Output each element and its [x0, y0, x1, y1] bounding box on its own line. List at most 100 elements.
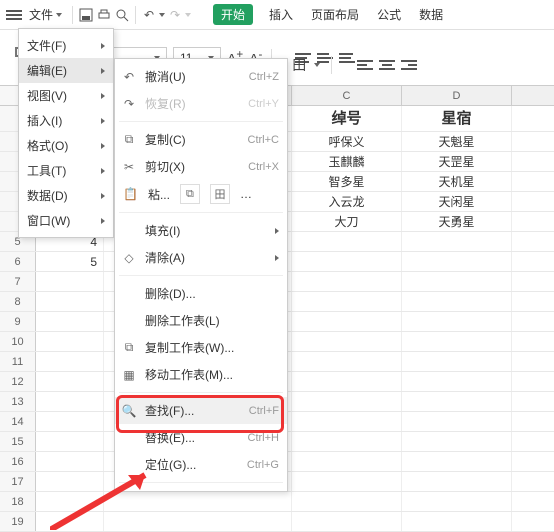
menu1-item[interactable]: 工具(T)	[19, 158, 113, 183]
col-head-c[interactable]: C	[292, 86, 402, 105]
cell[interactable]	[292, 272, 402, 291]
cell[interactable]	[402, 472, 512, 491]
cell[interactable]: 天魁星	[402, 132, 512, 151]
cell[interactable]	[104, 492, 292, 511]
row-head[interactable]: 11	[0, 352, 36, 371]
cell[interactable]	[402, 432, 512, 451]
menu-clear[interactable]: ◇ 清除(A)	[115, 244, 287, 271]
cell[interactable]	[36, 312, 104, 331]
save-icon[interactable]	[78, 7, 94, 23]
cell[interactable]	[292, 292, 402, 311]
cell[interactable]	[292, 332, 402, 351]
cell[interactable]: 入云龙	[292, 192, 402, 211]
paste-option-icon[interactable]: ⧉	[180, 184, 200, 204]
row-head[interactable]: 8	[0, 292, 36, 311]
menu1-item[interactable]: 窗口(W)	[19, 208, 113, 233]
paste-icon[interactable]: 📋	[123, 187, 138, 201]
cell[interactable]	[104, 512, 292, 531]
row-head[interactable]: 13	[0, 392, 36, 411]
menu-fill[interactable]: 填充(I)	[115, 217, 287, 244]
cell[interactable]	[292, 352, 402, 371]
align-right-icon[interactable]	[401, 58, 417, 72]
row-head[interactable]: 15	[0, 432, 36, 451]
row-head[interactable]: 16	[0, 452, 36, 471]
redo-icon[interactable]: ↷	[167, 7, 183, 23]
tab-data[interactable]: 数据	[417, 4, 445, 25]
file-menu-button[interactable]: 文件	[24, 3, 67, 26]
undo-icon[interactable]: ↶	[141, 7, 157, 23]
cell[interactable]	[292, 452, 402, 471]
cell[interactable]	[292, 512, 402, 531]
cell[interactable]	[36, 452, 104, 471]
cell[interactable]	[36, 332, 104, 351]
cell[interactable]	[292, 232, 402, 251]
cell[interactable]	[36, 492, 104, 511]
cell[interactable]	[402, 512, 512, 531]
cell[interactable]	[292, 392, 402, 411]
cell[interactable]	[292, 492, 402, 511]
col-head-d[interactable]: D	[402, 86, 512, 105]
align-center-icon[interactable]	[379, 58, 395, 72]
tab-formula[interactable]: 公式	[375, 4, 403, 25]
tab-layout[interactable]: 页面布局	[309, 4, 361, 25]
row-head[interactable]: 7	[0, 272, 36, 291]
row-head[interactable]: 18	[0, 492, 36, 511]
row-head[interactable]: 12	[0, 372, 36, 391]
cell[interactable]: 天机星	[402, 172, 512, 191]
menu-delete[interactable]: 删除(D)...	[115, 280, 287, 307]
cell[interactable]	[402, 332, 512, 351]
menu-label[interactable]: 粘...	[148, 186, 170, 203]
cell[interactable]	[292, 432, 402, 451]
cell[interactable]: 星宿	[402, 106, 512, 131]
menu1-item[interactable]: 数据(D)	[19, 183, 113, 208]
cell[interactable]: 天闲星	[402, 192, 512, 211]
menu-goto[interactable]: 定位(G)... Ctrl+G	[115, 451, 287, 478]
chevron-down-icon[interactable]	[159, 13, 165, 17]
cell[interactable]	[36, 292, 104, 311]
cell[interactable]	[402, 392, 512, 411]
cell[interactable]	[402, 452, 512, 471]
cell[interactable]	[402, 412, 512, 431]
cell[interactable]	[402, 272, 512, 291]
cell[interactable]	[402, 492, 512, 511]
cell[interactable]: 绰号	[292, 106, 402, 131]
cell[interactable]	[36, 352, 104, 371]
menu-move-sheet[interactable]: ▦ 移动工作表(M)...	[115, 361, 287, 388]
cell[interactable]	[36, 272, 104, 291]
chevron-down-icon[interactable]	[314, 63, 320, 67]
cell[interactable]	[292, 472, 402, 491]
cell[interactable]: 玉麒麟	[292, 152, 402, 171]
menu-find[interactable]: 🔍 查找(F)... Ctrl+F	[115, 397, 287, 424]
menu-cut[interactable]: ✂ 剪切(X) Ctrl+X	[115, 153, 287, 180]
cell[interactable]	[36, 392, 104, 411]
tab-insert[interactable]: 插入	[267, 4, 295, 25]
cell[interactable]	[402, 252, 512, 271]
menu-copy-sheet[interactable]: ⧉ 复制工作表(W)...	[115, 334, 287, 361]
cell[interactable]	[402, 232, 512, 251]
cell[interactable]	[402, 292, 512, 311]
cell[interactable]	[36, 412, 104, 431]
row-head[interactable]: 10	[0, 332, 36, 351]
cell[interactable]	[36, 372, 104, 391]
cell[interactable]	[292, 312, 402, 331]
menu1-item[interactable]: 格式(O)	[19, 133, 113, 158]
paste-option-icon[interactable]: 田	[210, 184, 230, 204]
cell[interactable]: 天勇星	[402, 212, 512, 231]
cell[interactable]	[292, 372, 402, 391]
cell[interactable]: 天罡星	[402, 152, 512, 171]
cell[interactable]	[402, 372, 512, 391]
menu-undo[interactable]: ↶ 撤消(U) Ctrl+Z	[115, 63, 287, 90]
cell[interactable]: 智多星	[292, 172, 402, 191]
cell[interactable]: 呼保义	[292, 132, 402, 151]
tab-start[interactable]: 开始	[213, 4, 253, 25]
menu-delete-sheet[interactable]: 删除工作表(L)	[115, 307, 287, 334]
cell[interactable]	[292, 412, 402, 431]
cell[interactable]	[36, 512, 104, 531]
row-head[interactable]: 9	[0, 312, 36, 331]
print-icon[interactable]	[96, 7, 112, 23]
menu-copy[interactable]: ⧉ 复制(C) Ctrl+C	[115, 126, 287, 153]
more-icon[interactable]: …	[240, 187, 252, 201]
preview-icon[interactable]	[114, 7, 130, 23]
align-left-icon[interactable]	[357, 58, 373, 72]
row-head[interactable]: 14	[0, 412, 36, 431]
